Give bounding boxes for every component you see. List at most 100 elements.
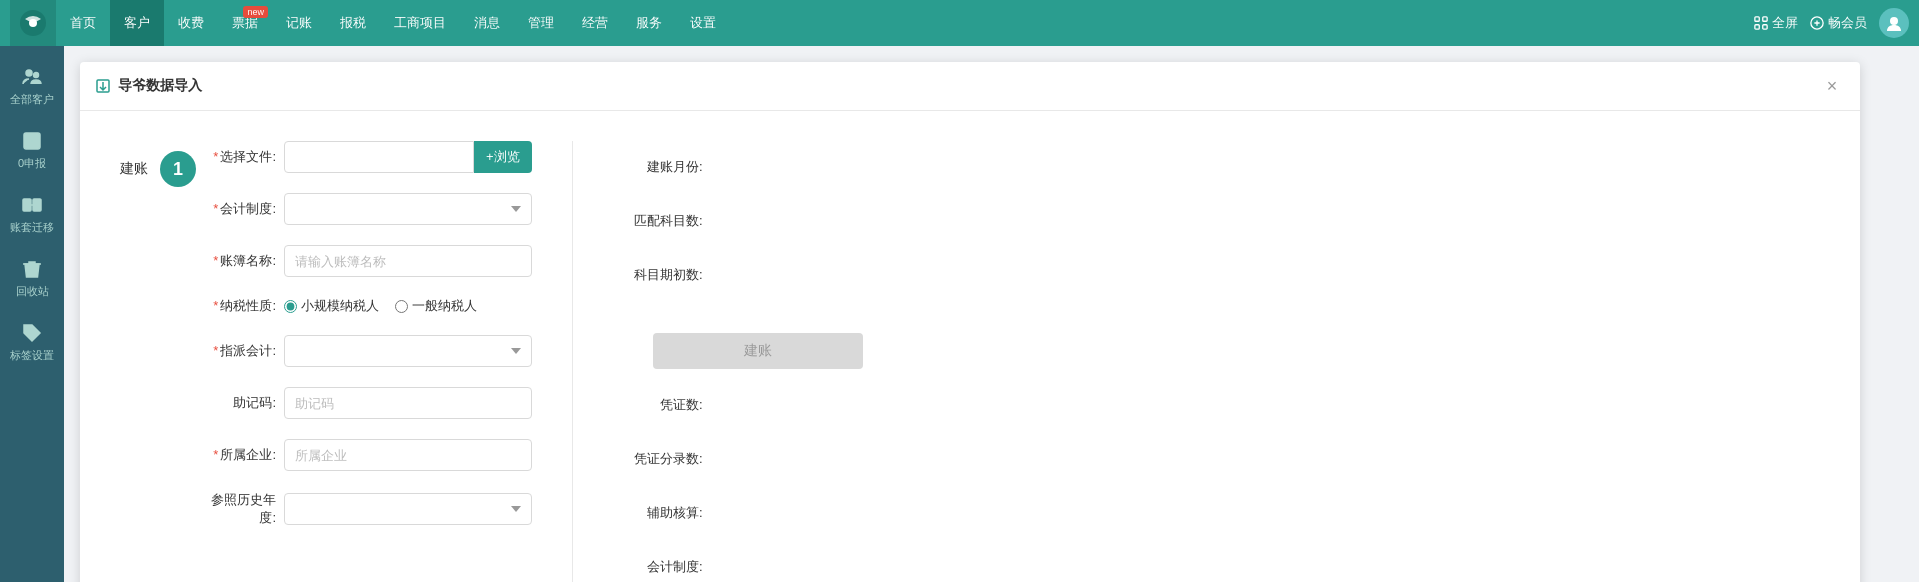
company-label: 所属企业: [196,446,276,464]
dialog-title: 导爷数据导入 [96,77,202,95]
tax-nature-row: 纳税性质: 小规模纳税人 一般纳税人 [196,297,532,315]
voucher-entries-label: 凭证分录数: [613,450,703,468]
auxiliary-value [711,497,863,529]
file-input-group: +浏览 [284,141,532,173]
history-year-select[interactable] [284,493,532,525]
nav-home[interactable]: 首页 [56,0,110,46]
sidebar-item-zero-report[interactable]: 0申报 [0,120,64,180]
svg-point-1 [29,19,37,27]
tax-small-scale[interactable]: 小规模纳税人 [284,297,379,315]
accounting-system-label: 会计制度: [196,200,276,218]
dialog-header: 导爷数据导入 × [80,62,1860,111]
auxiliary-row: 辅助核算: [613,497,863,529]
sidebar-item-all-customers[interactable]: 全部客户 [0,56,64,116]
company-input[interactable] [284,439,532,471]
accounting-system-info-row: 会计制度: [613,551,863,582]
match-subjects-label: 匹配科目数: [613,212,703,230]
nav-settings[interactable]: 设置 [676,0,730,46]
nav-bills[interactable]: 票据 new [218,0,272,46]
dialog-close-button[interactable]: × [1820,74,1844,98]
file-row: 选择文件: +浏览 [196,141,532,173]
step-label: 建账 [120,160,148,178]
accounting-system-info-label: 会计制度: [613,558,703,576]
sidebar-item-trash[interactable]: 回收站 [0,248,64,308]
accountant-label: 指派会计: [196,342,276,360]
match-subjects-row: 匹配科目数: [613,205,863,237]
svg-rect-3 [1763,17,1767,21]
info-section: 建账月份: 匹配科目数: 科目期初数: [613,141,863,313]
avatar[interactable] [1879,8,1909,38]
memo-code-input[interactable] [284,387,532,419]
nav-messages[interactable]: 消息 [460,0,514,46]
sidebar-item-tags-label: 标签设置 [10,348,54,363]
svg-rect-4 [1755,25,1759,29]
nav-tax[interactable]: 报税 [326,0,380,46]
ledger-name-label: 账簿名称: [196,252,276,270]
new-badge: new [243,6,268,18]
file-input[interactable] [284,141,474,173]
voucher-count-label: 凭证数: [613,396,703,414]
sidebar-item-tags[interactable]: 标签设置 [0,312,64,372]
sidebar: 全部客户 0申报 账套迁移 回收站 [0,46,64,582]
file-label: 选择文件: [196,148,276,166]
right-panel: 建账月份: 匹配科目数: 科目期初数: [572,141,863,582]
nav-customers[interactable]: 客户 [110,0,164,46]
svg-rect-5 [1763,25,1767,29]
main-layout: 全部客户 0申报 账套迁移 回收站 [0,46,1919,582]
left-panel: 建账 1 选择文件: +浏览 [120,141,532,582]
tax-nature-label: 纳税性质: [196,297,276,315]
nav-management[interactable]: 管理 [514,0,568,46]
build-month-value [711,151,863,183]
initial-subjects-value [711,259,863,291]
ledger-name-row: 账簿名称: [196,245,532,277]
sidebar-item-zero-report-label: 0申报 [18,156,46,171]
memo-code-row: 助记码: [196,387,532,419]
history-year-row: 参照历史年度: [196,491,532,527]
sidebar-item-transfer[interactable]: 账套迁移 [0,184,64,244]
build-account-button[interactable]: 建账 [653,333,863,369]
initial-subjects-label: 科目期初数: [613,266,703,284]
content-area: 导爷数据导入 × 建账 1 [64,46,1919,582]
nav-services[interactable]: 服务 [622,0,676,46]
accounting-system-info-value [711,551,863,582]
ledger-name-input[interactable] [284,245,532,277]
accounting-system-select[interactable] [284,193,532,225]
member-btn[interactable]: 畅会员 [1810,14,1867,32]
navbar-right: 全屏 畅会员 [1754,8,1909,38]
logo[interactable] [10,0,56,46]
nav-accounting[interactable]: 记账 [272,0,326,46]
initial-subjects-row: 科目期初数: [613,259,863,291]
accountant-row: 指派会计: [196,335,532,367]
fullscreen-btn[interactable]: 全屏 [1754,14,1798,32]
company-row: 所属企业: [196,439,532,471]
nav-business-projects[interactable]: 工商项目 [380,0,460,46]
voucher-count-value [711,389,863,421]
sidebar-item-trash-label: 回收站 [16,284,49,299]
history-year-label: 参照历史年度: [196,491,276,527]
step-section: 建账 1 [120,141,196,207]
import-icon [96,78,112,94]
browse-button[interactable]: +浏览 [474,141,532,173]
auxiliary-label: 辅助核算: [613,504,703,522]
sidebar-item-all-customers-label: 全部客户 [10,92,54,107]
accountant-select[interactable] [284,335,532,367]
accounting-system-row: 会计制度: [196,193,532,225]
svg-rect-2 [1755,17,1759,21]
nav-operations[interactable]: 经营 [568,0,622,46]
voucher-count-row: 凭证数: [613,389,863,421]
form-section: 选择文件: +浏览 会计制度: [196,141,532,547]
navbar: 首页 客户 收费 票据 new 记账 报税 工商项目 消息 管理 经营 服务 设… [0,0,1919,46]
sidebar-item-transfer-label: 账套迁移 [10,220,54,235]
svg-point-7 [1890,17,1898,25]
voucher-entries-row: 凭证分录数: [613,443,863,475]
memo-code-label: 助记码: [196,394,276,412]
svg-point-9 [34,72,39,77]
tax-general[interactable]: 一般纳税人 [395,297,477,315]
dialog: 导爷数据导入 × 建账 1 [80,62,1860,582]
nav-fees[interactable]: 收费 [164,0,218,46]
info-section-2: 凭证数: 凭证分录数: 辅助核算: [613,379,863,582]
svg-rect-11 [23,199,31,211]
voucher-entries-value [711,443,863,475]
build-month-label: 建账月份: [613,158,703,176]
step-row: 建账 1 [120,151,196,187]
